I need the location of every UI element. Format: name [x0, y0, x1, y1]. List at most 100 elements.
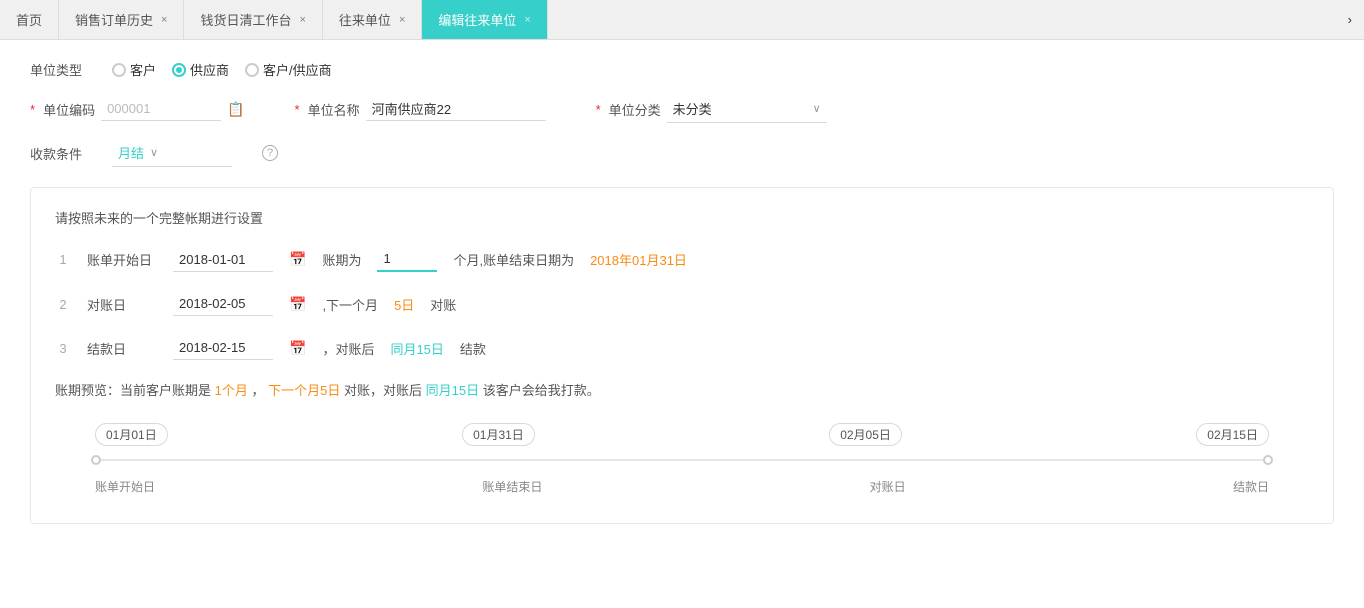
timeline-line-row: [55, 450, 1309, 470]
preview-text: 账期预览：当前客户账期是 1个月 ， 下一个月5日 对账，对账后 同月15日 该…: [55, 380, 1309, 399]
radio-label-supplier: 供应商: [190, 60, 229, 79]
step-2-date-input[interactable]: [173, 292, 273, 316]
tl-label-4: 结款日: [1233, 478, 1269, 495]
step-3-suffix: 结款: [460, 339, 486, 358]
radio-supplier[interactable]: 供应商: [172, 60, 229, 79]
main-content: 单位类型 客户 供应商 客户/供应商 * 单位编码 📋 * 单位名称: [0, 40, 1364, 608]
unit-category-select[interactable]: 未分类 ∨: [667, 95, 827, 123]
unit-category-field: * 单位分类 未分类 ∨: [596, 95, 827, 123]
period-input[interactable]: [377, 247, 437, 272]
tl-point-3: 02月05日: [829, 423, 902, 446]
radio-circle-supplier: [172, 63, 186, 77]
step-1-date-input[interactable]: [173, 248, 273, 272]
tab-cashflow[interactable]: 钱货日清工作台 ×: [184, 0, 322, 39]
payment-label: 收款条件: [30, 144, 82, 163]
tab-close-cashflow[interactable]: ×: [299, 14, 305, 26]
step-3-row: 3 结款日 📅 ，对账后 同月15日 结款: [55, 336, 1309, 360]
unit-type-label: 单位类型: [30, 60, 82, 79]
unit-name-input[interactable]: [366, 97, 546, 121]
preview-suffix: 该客户会给我打款。: [483, 383, 600, 398]
unit-type-radio-group: 客户 供应商 客户/供应商: [112, 60, 332, 79]
radio-label-both: 客户/供应商: [263, 60, 332, 79]
unit-info-row: * 单位编码 📋 * 单位名称 * 单位分类 未分类 ∨: [30, 95, 1334, 123]
step-3-prefix: ，对账后: [322, 339, 374, 358]
step-1-num: 1: [55, 252, 71, 267]
step-2-suffix: 对账: [430, 295, 456, 314]
tab-home[interactable]: 首页: [0, 0, 59, 39]
step-3-num: 3: [55, 341, 71, 356]
unit-code-input[interactable]: [101, 97, 221, 121]
timeline: 01月01日 01月31日 02月05日 02月15日: [55, 423, 1309, 495]
step-2-prefix: ,下一个月: [322, 295, 378, 314]
tab-edit-partner[interactable]: 编辑往来单位 ×: [422, 0, 547, 39]
preview-mid2: 对账，对账后: [344, 383, 422, 398]
step-3-highlight: 同月15日: [390, 339, 443, 358]
tl-dot-left: [91, 455, 101, 465]
step-1-end-date: 2018年01月31日: [590, 250, 687, 269]
preview-part3: 同月15日: [426, 383, 479, 398]
unit-code-copy-icon[interactable]: 📋: [227, 101, 244, 118]
step-3-label: 结款日: [87, 339, 157, 358]
payment-value: 月结: [118, 143, 144, 162]
chevron-down-icon: ∨: [813, 102, 821, 115]
step-1-desc-after: 个月,账单结束日期为: [453, 250, 574, 269]
help-icon[interactable]: ?: [262, 145, 278, 161]
tab-close-sales-history[interactable]: ×: [161, 14, 167, 26]
unit-code-field: * 单位编码 📋: [30, 97, 245, 121]
preview-part1: 1个月: [215, 383, 248, 398]
tl-dot-right: [1263, 455, 1273, 465]
tl-badge-2: 01月31日: [462, 423, 535, 446]
step-2-num: 2: [55, 297, 71, 312]
tl-badge-4: 02月15日: [1196, 423, 1269, 446]
preview-part2: 下一个月5日: [268, 383, 340, 398]
tab-more-button[interactable]: ›: [1336, 0, 1364, 39]
unit-category-label: 单位分类: [609, 100, 661, 119]
chevron-right-icon: ›: [1348, 12, 1352, 27]
radio-circle-customer: [112, 63, 126, 77]
step-1-row: 1 账单开始日 📅 账期为 个月,账单结束日期为 2018年01月31日: [55, 247, 1309, 272]
tab-sales-history[interactable]: 销售订单历史 ×: [59, 0, 184, 39]
step-3-date-input[interactable]: [173, 336, 273, 360]
tl-point-2: 01月31日: [462, 423, 535, 446]
timeline-label-row: 账单开始日 账单结束日 对账日 结款日: [55, 474, 1309, 495]
timeline-line: [95, 460, 1269, 461]
tl-label-2: 账单结束日: [482, 478, 542, 495]
tl-badge-1: 01月01日: [95, 423, 168, 446]
unit-name-label: 单位名称: [308, 100, 360, 119]
tab-close-partner[interactable]: ×: [399, 14, 405, 26]
tab-close-edit-partner[interactable]: ×: [524, 14, 530, 26]
unit-type-row: 单位类型 客户 供应商 客户/供应商: [30, 60, 1334, 79]
tl-label-3: 对账日: [870, 478, 906, 495]
step-2-highlight: 5日: [394, 295, 414, 314]
unit-code-label: 单位编码: [43, 100, 95, 119]
radio-customer[interactable]: 客户: [112, 60, 156, 79]
tl-point-1: 01月01日: [95, 423, 168, 446]
radio-both[interactable]: 客户/供应商: [245, 60, 332, 79]
settings-section: 请按照未来的一个完整帐期进行设置 1 账单开始日 📅 账期为 个月,账单结束日期…: [30, 187, 1334, 524]
section-title: 请按照未来的一个完整帐期进行设置: [55, 208, 1309, 227]
payment-select[interactable]: 月结 ∨: [112, 139, 232, 167]
timeline-badge-row: 01月01日 01月31日 02月05日 02月15日: [55, 423, 1309, 446]
preview-prefix: 账期预览：当前客户账期是: [55, 383, 211, 398]
tab-bar: 首页 销售订单历史 × 钱货日清工作台 × 往来单位 × 编辑往来单位 × ›: [0, 0, 1364, 40]
step-2-cal-icon[interactable]: 📅: [289, 296, 306, 313]
unit-category-value: 未分类: [673, 99, 712, 118]
payment-chevron-icon: ∨: [150, 146, 158, 159]
step-3-cal-icon[interactable]: 📅: [289, 340, 306, 357]
step-1-label: 账单开始日: [87, 250, 157, 269]
unit-name-required: *: [295, 102, 300, 117]
tab-partner[interactable]: 往来单位 ×: [323, 0, 422, 39]
unit-code-required: *: [30, 102, 35, 117]
step-2-row: 2 对账日 📅 ,下一个月 5日 对账: [55, 292, 1309, 316]
step-1-desc-before: 账期为: [322, 250, 361, 269]
preview-mid1: ，: [252, 383, 265, 398]
radio-circle-both: [245, 63, 259, 77]
unit-name-field: * 单位名称: [295, 97, 546, 121]
unit-category-required: *: [596, 102, 601, 117]
step-2-label: 对账日: [87, 295, 157, 314]
tl-point-4: 02月15日: [1196, 423, 1269, 446]
payment-row: 收款条件 月结 ∨ ?: [30, 139, 1334, 167]
step-1-cal-icon[interactable]: 📅: [289, 251, 306, 268]
tl-label-1: 账单开始日: [95, 478, 155, 495]
tl-badge-3: 02月05日: [829, 423, 902, 446]
